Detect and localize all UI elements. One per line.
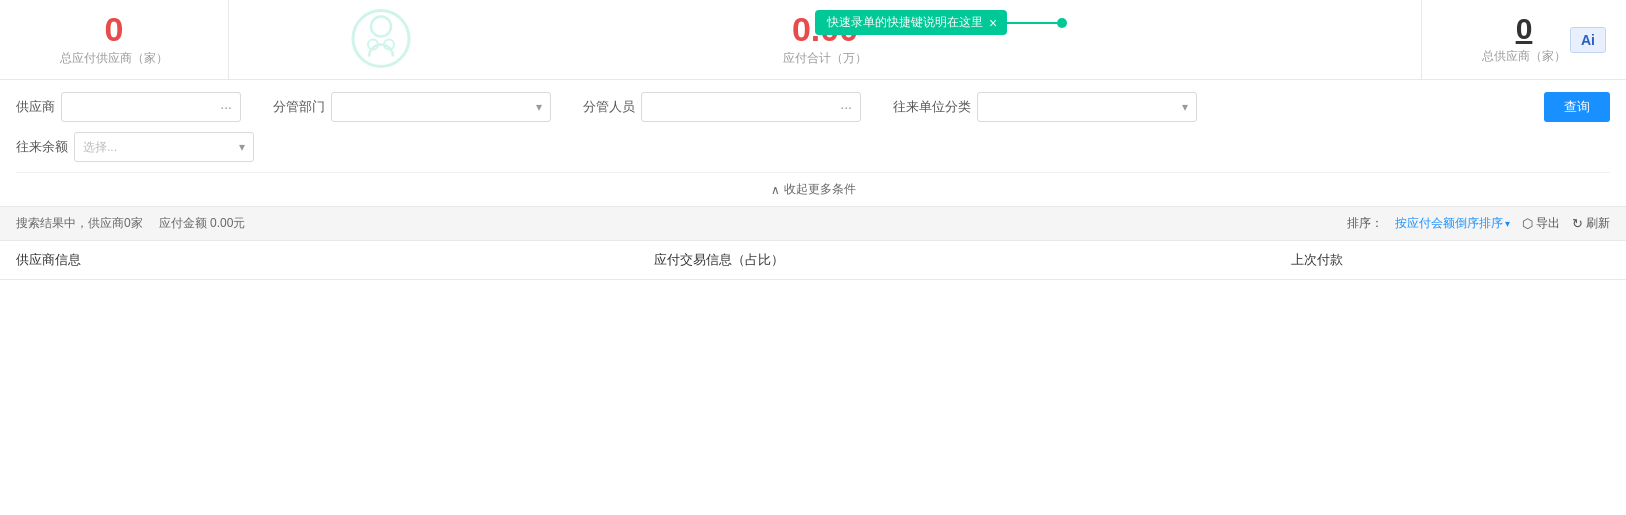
unit-category-input[interactable]: ▾	[977, 92, 1197, 122]
query-button[interactable]: 查询	[1544, 92, 1610, 122]
department-label: 分管部门	[273, 98, 325, 116]
filter-row-2: 往来余额 选择... ▾	[16, 132, 1610, 162]
person-dots[interactable]: ···	[840, 99, 852, 115]
department-input[interactable]: ▾	[331, 92, 551, 122]
balance-input[interactable]: 选择... ▾	[74, 132, 254, 162]
export-button[interactable]: ⬡ 导出	[1522, 215, 1560, 232]
supplier-dots[interactable]: ···	[220, 99, 232, 115]
search-count: 搜索结果中，供应商0家	[16, 215, 143, 232]
sort-chevron-icon: ▾	[1505, 218, 1510, 229]
collapse-label: 收起更多条件	[784, 181, 856, 198]
filter-supplier: 供应商 ···	[16, 92, 241, 122]
result-bar-right: 排序： 按应付会额倒序排序 ▾ ⬡ 导出 ↻ 刷新	[1347, 215, 1610, 232]
tooltip-circle	[1057, 18, 1067, 28]
sort-value: 按应付会额倒序排序	[1395, 215, 1503, 232]
amount-text: 应付金额 0.00元	[159, 215, 246, 232]
supplier-input[interactable]: ···	[61, 92, 241, 122]
payable-suppliers-number: 0	[105, 12, 124, 46]
person-input[interactable]: ···	[641, 92, 861, 122]
collapse-chevron-icon: ∧	[771, 183, 780, 197]
tooltip-text: 快速录单的快捷键说明在这里	[827, 14, 983, 31]
total-suppliers-label: 总供应商（家）	[1482, 48, 1566, 65]
ai-badge[interactable]: Ai	[1570, 27, 1606, 53]
col-last-payment-header: 上次付款	[1291, 251, 1610, 269]
mint-icon	[349, 6, 413, 73]
sort-label: 排序：	[1347, 215, 1383, 232]
table-header: 供应商信息 应付交易信息（占比） 上次付款	[0, 241, 1626, 280]
person-label: 分管人员	[583, 98, 635, 116]
unit-category-label: 往来单位分类	[893, 98, 971, 116]
svg-point-0	[353, 10, 409, 66]
filter-row-1: 供应商 ··· 分管部门 ▾ 分管人员 ··· 往来单位分类	[16, 92, 1610, 122]
filter-balance: 往来余额 选择... ▾	[16, 132, 254, 162]
unit-category-chevron-icon: ▾	[1182, 100, 1188, 114]
result-bar-left: 搜索结果中，供应商0家 应付金额 0.00元	[16, 215, 245, 232]
payable-total-label: 应付合计（万）	[783, 50, 867, 67]
balance-label: 往来余额	[16, 138, 68, 156]
export-label: 导出	[1536, 215, 1560, 232]
svg-point-1	[371, 16, 391, 36]
stats-section: 0 总应付供应商（家） 快速录单的快捷键说明在这里 × 0.00	[0, 0, 1626, 80]
sort-select[interactable]: 按应付会额倒序排序 ▾	[1395, 215, 1510, 232]
filter-unit-category: 往来单位分类 ▾	[893, 92, 1197, 122]
tooltip-close-button[interactable]: ×	[989, 16, 997, 30]
filter-person: 分管人员 ···	[583, 92, 861, 122]
stat-payable-suppliers: 0 总应付供应商（家）	[0, 0, 229, 79]
supplier-label: 供应商	[16, 98, 55, 116]
refresh-icon: ↻	[1572, 216, 1583, 231]
export-icon: ⬡	[1522, 216, 1533, 231]
collapse-bar[interactable]: ∧ 收起更多条件	[16, 172, 1610, 206]
payable-suppliers-label: 总应付供应商（家）	[60, 50, 168, 67]
tooltip-pill: 快速录单的快捷键说明在这里 ×	[815, 10, 1007, 35]
table-body	[0, 280, 1626, 515]
tooltip-wrap: 快速录单的快捷键说明在这里 ×	[815, 10, 1067, 35]
filter-bar: 供应商 ··· 分管部门 ▾ 分管人员 ··· 往来单位分类	[0, 80, 1626, 206]
balance-placeholder: 选择...	[83, 139, 117, 156]
stat-payable-total: 快速录单的快捷键说明在这里 × 0.00 应付合计（万）	[229, 0, 1422, 79]
col-transaction-header: 应付交易信息（占比）	[654, 251, 1292, 269]
tooltip-line	[1007, 22, 1057, 24]
department-chevron-icon: ▾	[536, 100, 542, 114]
col-supplier-header: 供应商信息	[16, 251, 654, 269]
balance-chevron-icon: ▾	[239, 140, 245, 154]
result-bar: 搜索结果中，供应商0家 应付金额 0.00元 排序： 按应付会额倒序排序 ▾ ⬡…	[0, 206, 1626, 241]
refresh-label: 刷新	[1586, 215, 1610, 232]
refresh-button[interactable]: ↻ 刷新	[1572, 215, 1610, 232]
filter-department: 分管部门 ▾	[273, 92, 551, 122]
total-suppliers-number: 0	[1516, 14, 1533, 44]
